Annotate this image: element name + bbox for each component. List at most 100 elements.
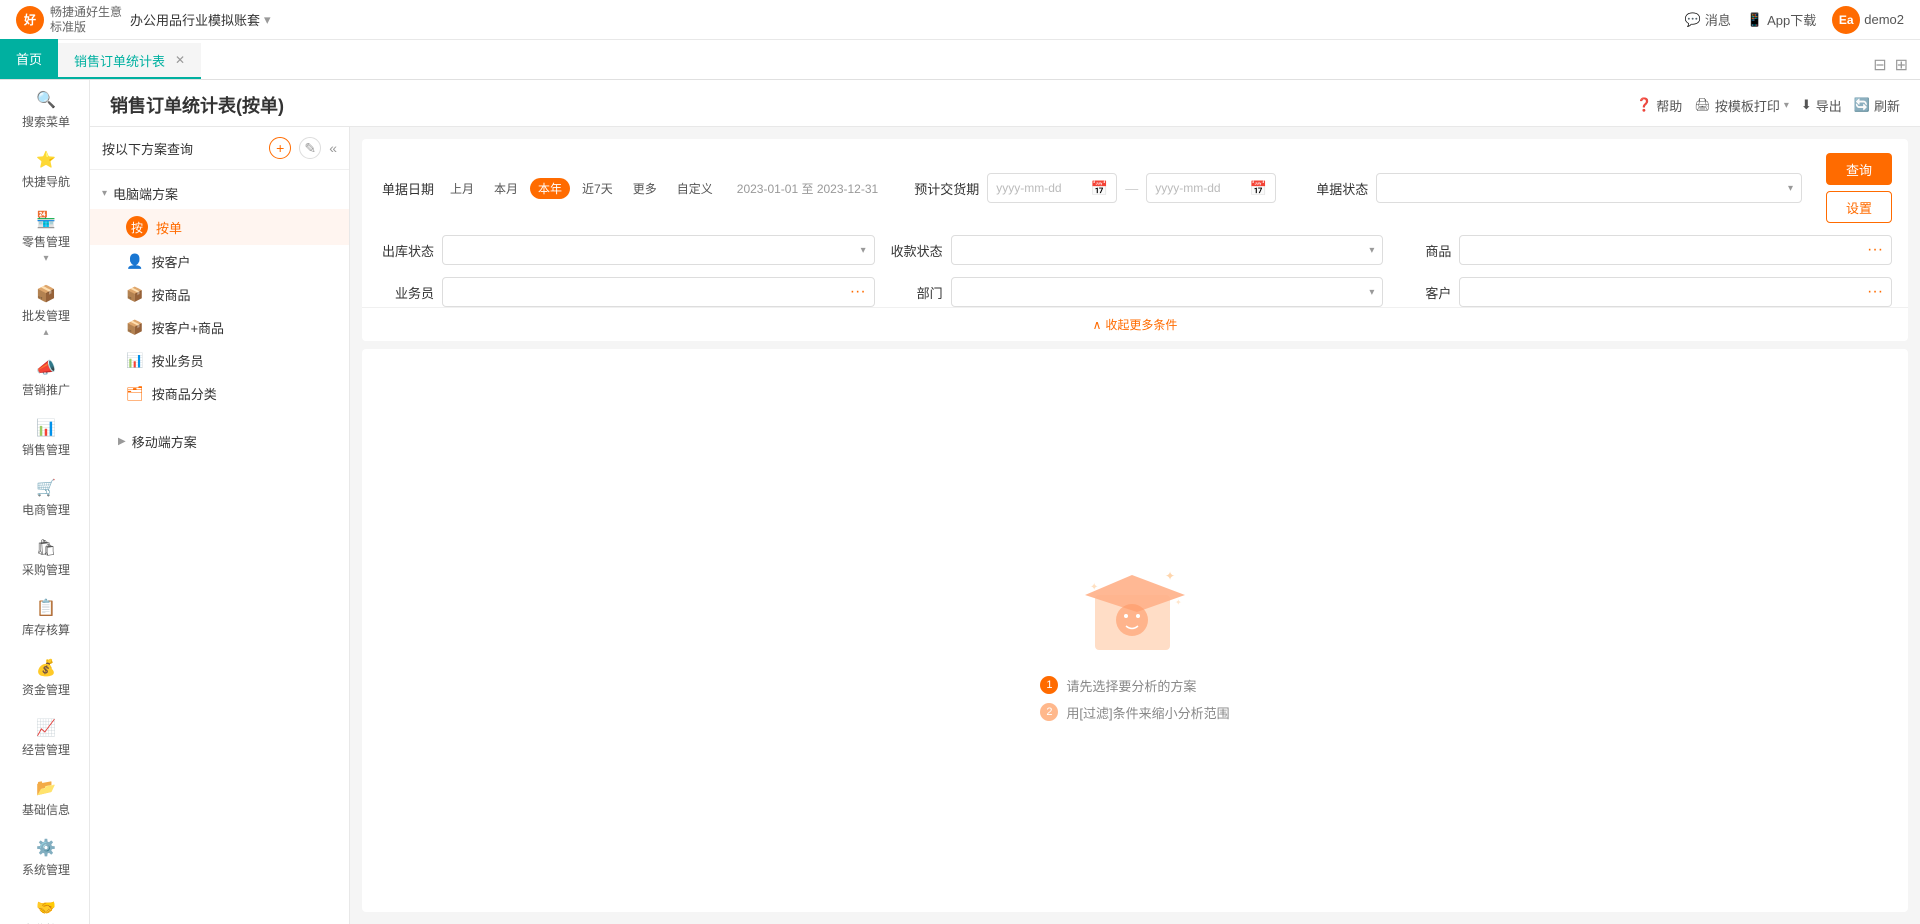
date-range-dash: — <box>1125 181 1138 196</box>
scheme-item-by-customer[interactable]: 👤 按客户 <box>90 245 349 278</box>
left-panel: 按以下方案查询 + ✎ « ▾ 电脑端方案 按 按单 <box>90 127 350 924</box>
sidebar-item-search[interactable]: 🔍 搜索菜单 <box>0 80 89 140</box>
message-button[interactable]: 💬 消息 <box>1685 10 1731 29</box>
combined-icon: 📦 <box>126 319 143 336</box>
sidebar-item-wholesale[interactable]: 📦 批发管理 ▴ <box>0 274 89 348</box>
scheme-item-by-salesperson[interactable]: 📊 按业务员 <box>90 344 349 377</box>
add-scheme-button[interactable]: + <box>269 137 291 159</box>
filter-section: 单据日期 上月 本月 本年 近7天 更多 自定义 2023-01-01 至 20… <box>362 139 1908 341</box>
left-panel-title: 按以下方案查询 <box>102 139 193 158</box>
mobile-group-arrow-icon: ▶ <box>118 436 126 447</box>
expected-delivery-start[interactable]: yyyy-mm-dd 📅 <box>987 173 1117 203</box>
ship-status-group: 出库状态 ▾ <box>378 235 875 265</box>
salesperson-input[interactable]: ··· <box>442 277 875 307</box>
sidebar-item-enterprise-collab[interactable]: 🤝 企业协同 <box>0 888 89 924</box>
scheme-item-by-customer-product[interactable]: 📦 按客户+商品 <box>90 311 349 344</box>
payment-status-label: 收款状态 <box>887 241 943 260</box>
expected-delivery-label: 预计交货期 <box>914 179 979 198</box>
sidebar-item-ecommerce[interactable]: 🛒 电商管理 <box>0 468 89 528</box>
tab-sales-order-stats[interactable]: 销售订单统计表 ✕ <box>58 43 201 79</box>
sidebar-item-purchase[interactable]: 🛍 采购管理 <box>0 528 89 588</box>
sidebar-item-system[interactable]: ⚙️ 系统管理 <box>0 828 89 888</box>
print-button[interactable]: 🖨 按模板打印 ▾ <box>1694 96 1789 115</box>
empty-illustration: ✦ ✦ ✦ <box>1075 540 1195 660</box>
7days-button[interactable]: 近7天 <box>574 178 621 199</box>
header-actions: ❓ 帮助 🖨 按模板打印 ▾ ⬇ 导出 🔄 刷新 <box>1636 96 1900 115</box>
breadcrumb[interactable]: 办公用品行业模拟账套 ▾ <box>130 10 271 29</box>
collapse-bar[interactable]: ∧ 收起更多条件 <box>362 307 1908 341</box>
page-header: 销售订单统计表(按单) ❓ 帮助 🖨 按模板打印 ▾ ⬇ 导出 🔄 刷新 <box>90 80 1920 127</box>
sidebar-item-quick-nav[interactable]: ⭐ 快捷导航 <box>0 140 89 200</box>
scheme-badge: 按 <box>126 216 148 238</box>
user-profile[interactable]: Ea demo2 <box>1832 6 1904 34</box>
expand-icon2: ▴ <box>43 327 48 338</box>
sidebar-item-retail[interactable]: 🏪 零售管理 ▾ <box>0 200 89 274</box>
left-panel-header: 按以下方案查询 + ✎ « <box>90 127 349 170</box>
empty-step-2: 2 用[过滤]条件来缩小分析范围 <box>1040 703 1229 722</box>
help-icon: ❓ <box>1636 97 1652 113</box>
department-label: 部门 <box>887 283 943 302</box>
department-group: 部门 ▾ <box>887 277 1384 307</box>
edit-scheme-button[interactable]: ✎ <box>299 137 321 159</box>
doc-status-label: 单据状态 <box>1312 179 1368 198</box>
desktop-scheme-group-title[interactable]: ▾ 电脑端方案 <box>90 178 349 209</box>
sidebar-item-finance[interactable]: 💰 资金管理 <box>0 648 89 708</box>
inventory-icon: 📋 <box>36 598 56 618</box>
scheme-item-by-product-category[interactable]: 🗂 按商品分类 <box>90 377 349 410</box>
app-icon: 📱 <box>1747 12 1763 28</box>
date-range-text: 2023-01-01 至 2023-12-31 <box>737 180 878 197</box>
sidebar-item-inventory[interactable]: 📋 库存核算 <box>0 588 89 648</box>
sidebar: 🔍 搜索菜单 ⭐ 快捷导航 🏪 零售管理 ▾ 📦 批发管理 ▴ 📣 营销推广 📊… <box>0 80 90 924</box>
export-button[interactable]: ⬇ 导出 <box>1801 96 1842 115</box>
product-label: 商品 <box>1395 241 1451 260</box>
sidebar-item-sales[interactable]: 📊 销售管理 <box>0 408 89 468</box>
ship-status-select[interactable]: ▾ <box>442 235 875 265</box>
mobile-scheme-group-title[interactable]: ▶ 移动端方案 <box>90 426 349 457</box>
empty-text: 1 请先选择要分析的方案 2 用[过滤]条件来缩小分析范围 <box>1040 676 1229 722</box>
print-expand-icon: ▾ <box>1784 100 1789 111</box>
more-date-button[interactable]: 更多 <box>625 178 665 199</box>
help-button[interactable]: ❓ 帮助 <box>1636 96 1682 115</box>
window-minimize-icon[interactable]: ⊟ <box>1873 55 1886 75</box>
action-buttons: 查询 设置 <box>1826 153 1892 223</box>
settings-button[interactable]: 设置 <box>1826 191 1892 223</box>
scheme-item-by-order[interactable]: 按 按单 <box>90 209 349 245</box>
sidebar-item-basic-info[interactable]: 📂 基础信息 <box>0 768 89 828</box>
svg-text:✦: ✦ <box>1165 569 1175 583</box>
window-maximize-icon[interactable]: ⊞ <box>1895 55 1908 75</box>
department-select[interactable]: ▾ <box>951 277 1384 307</box>
payment-status-select[interactable]: ▾ <box>951 235 1384 265</box>
this-month-button[interactable]: 本月 <box>486 178 526 199</box>
basic-info-icon: 📂 <box>36 778 56 798</box>
refresh-button[interactable]: 🔄 刷新 <box>1854 96 1900 115</box>
prev-month-button[interactable]: 上月 <box>442 178 482 199</box>
ship-caret: ▾ <box>861 245 866 256</box>
doc-status-select[interactable]: ▾ <box>1376 173 1802 203</box>
this-year-button[interactable]: 本年 <box>530 178 570 199</box>
expected-delivery-end[interactable]: yyyy-mm-dd 📅 <box>1146 173 1276 203</box>
payment-caret: ▾ <box>1369 245 1374 256</box>
expand-icon: ▾ <box>43 253 48 264</box>
product-input[interactable]: ··· <box>1459 235 1892 265</box>
avatar: Ea <box>1832 6 1860 34</box>
main-layout: 🔍 搜索菜单 ⭐ 快捷导航 🏪 零售管理 ▾ 📦 批发管理 ▴ 📣 营销推广 📊… <box>0 80 1920 924</box>
doc-status-caret: ▾ <box>1788 183 1793 194</box>
right-panel: 单据日期 上月 本月 本年 近7天 更多 自定义 2023-01-01 至 20… <box>350 127 1920 924</box>
custom-date-button[interactable]: 自定义 <box>669 178 721 199</box>
tab-home[interactable]: 首页 <box>0 39 58 79</box>
sidebar-item-marketing[interactable]: 📣 营销推广 <box>0 348 89 408</box>
calendar-end-icon: 📅 <box>1250 180 1267 197</box>
sidebar-item-operations[interactable]: 📈 经营管理 <box>0 708 89 768</box>
filter-row-2: 出库状态 ▾ 收款状态 ▾ <box>378 235 1892 265</box>
app-download-button[interactable]: 📱 App下载 <box>1747 10 1816 29</box>
date-filter-group: 单据日期 上月 本月 本年 近7天 更多 自定义 2023-01-01 至 20… <box>378 178 878 199</box>
tab-close-icon[interactable]: ✕ <box>175 53 185 67</box>
svg-text:✦: ✦ <box>1175 598 1182 607</box>
scheme-item-by-product[interactable]: 📦 按商品 <box>90 278 349 311</box>
collapse-panel-icon[interactable]: « <box>329 140 337 156</box>
customer-input[interactable]: ··· <box>1459 277 1892 307</box>
customer-dots-icon: ··· <box>1867 283 1883 301</box>
query-button[interactable]: 查询 <box>1826 153 1892 185</box>
expected-delivery-group: 预计交货期 yyyy-mm-dd 📅 — yyyy-mm-dd 📅 <box>914 173 1276 203</box>
product-group: 商品 ··· <box>1395 235 1892 265</box>
